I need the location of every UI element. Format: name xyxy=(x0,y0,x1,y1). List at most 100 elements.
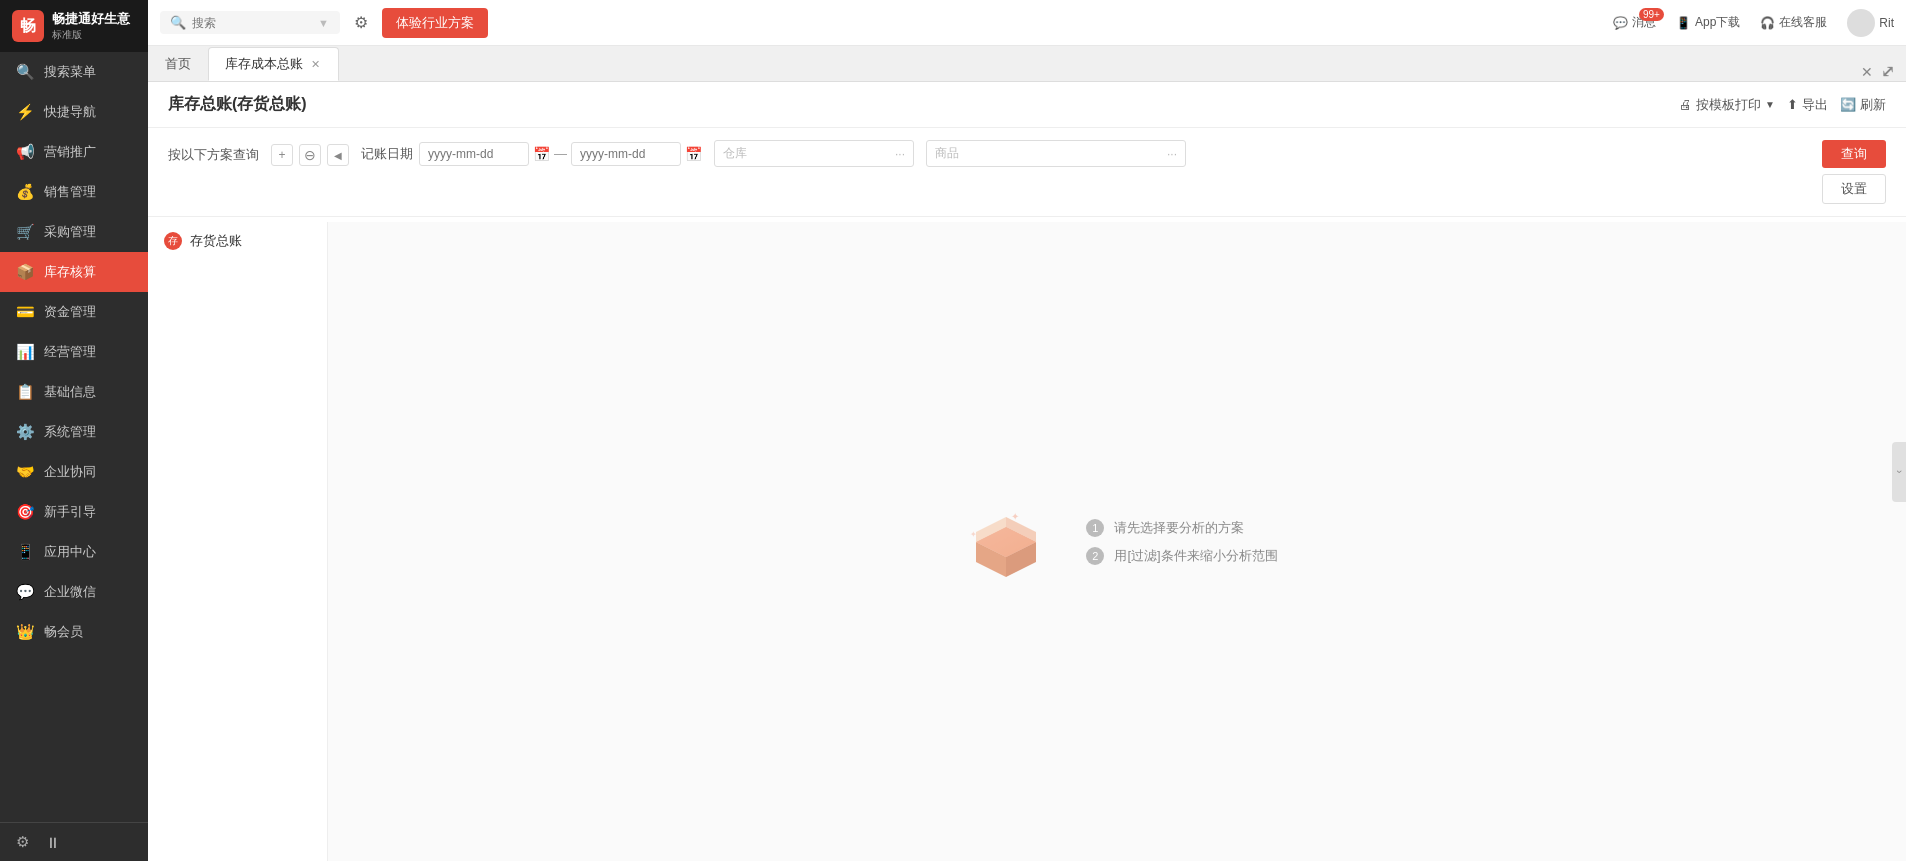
user-profile[interactable]: Rit xyxy=(1847,9,1894,37)
tabbar: 首页 库存成本总账 ✕ ✕ ⤢ xyxy=(148,46,1906,82)
query-button[interactable]: 查询 xyxy=(1822,140,1886,168)
online-service-label: 在线客服 xyxy=(1779,14,1827,31)
purchase-icon: 🛒 xyxy=(16,223,34,241)
product-select[interactable]: 商品 ··· xyxy=(926,140,1186,167)
empty-tip-2: 2 用[过滤]条件来缩小分析范围 xyxy=(1086,547,1277,565)
search-icon: 🔍 xyxy=(16,63,34,81)
filter-row-1: 记账日期 📅 — 📅 仓库 ··· 商品 xyxy=(361,140,1810,167)
page-actions: 🖨 按模板打印 ▼ ⬆ 导出 🔄 刷新 xyxy=(1679,96,1886,114)
topbar-search[interactable]: 🔍 ▼ xyxy=(160,11,340,34)
warehouse-select[interactable]: 仓库 ··· xyxy=(714,140,914,167)
settings-icon[interactable]: ⚙ xyxy=(16,833,29,851)
sidebar-item-system[interactable]: ⚙️ 系统管理 xyxy=(0,412,148,452)
sidebar-item-wechat[interactable]: 💬 企业微信 xyxy=(0,572,148,612)
tip-num-1: 1 xyxy=(1086,519,1104,537)
export-label: 导出 xyxy=(1802,96,1828,114)
sidebar-item-label: 销售管理 xyxy=(44,183,96,201)
audio-icon[interactable]: ⏸ xyxy=(45,834,60,851)
sidebar-item-enterprise[interactable]: 🤝 企业协同 xyxy=(0,452,148,492)
filter-collapse-button[interactable]: ◀ xyxy=(327,144,349,166)
print-label: 按模板打印 xyxy=(1696,96,1761,114)
page-header: 库存总账(存货总账) 🖨 按模板打印 ▼ ⬆ 导出 🔄 刷新 xyxy=(148,82,1906,128)
message-icon: 💬 xyxy=(1613,16,1628,30)
scheme-item-icon: 存 xyxy=(164,232,182,250)
svg-text:✦: ✦ xyxy=(970,530,977,539)
scheme-item-inventory-ledger[interactable]: 存 存货总账 xyxy=(148,222,327,260)
message-button[interactable]: 💬 消息 99+ xyxy=(1613,14,1656,31)
app-download-button[interactable]: 📱 App下载 xyxy=(1676,14,1740,31)
headset-icon: 🎧 xyxy=(1760,16,1775,30)
dropdown-arrow-icon: ▼ xyxy=(318,17,329,29)
sidebar-item-label: 新手引导 xyxy=(44,503,96,521)
refresh-icon: 🔄 xyxy=(1840,97,1856,112)
sales-icon: 💰 xyxy=(16,183,34,201)
date-to-input[interactable] xyxy=(571,142,681,166)
wechat-icon: 💬 xyxy=(16,583,34,601)
sidebar-item-label: 应用中心 xyxy=(44,543,96,561)
logo-sub: 标准版 xyxy=(52,28,130,41)
tab-home[interactable]: 首页 xyxy=(148,47,208,81)
newcomer-icon: 🎯 xyxy=(16,503,34,521)
online-service-button[interactable]: 🎧 在线客服 xyxy=(1760,14,1827,31)
tab-inventory-cost[interactable]: 库存成本总账 ✕ xyxy=(208,47,339,81)
sidebar-item-newcomer[interactable]: 🎯 新手引导 xyxy=(0,492,148,532)
sidebar-bottom: ⚙ ⏸ xyxy=(0,822,148,861)
empty-state: ✦ ✦ 1 请先选择要分析的方案 2 用[过滤]条件来缩小分析范围 xyxy=(328,222,1906,861)
sidebar-item-purchase[interactable]: 🛒 采购管理 xyxy=(0,212,148,252)
sidebar-item-label: 基础信息 xyxy=(44,383,96,401)
system-icon: ⚙️ xyxy=(16,423,34,441)
sidebar-item-inventory[interactable]: 📦 库存核算 xyxy=(0,252,148,292)
print-icon: 🖨 xyxy=(1679,97,1692,112)
filter-label: 按以下方案查询 xyxy=(168,140,259,164)
filter-scheme: 记账日期 📅 — 📅 仓库 ··· 商品 xyxy=(361,140,1810,167)
sidebar: 畅 畅捷通好生意 标准版 🔍 搜索菜单 ⚡ 快捷导航 📢 营销推广 💰 销售管理… xyxy=(0,0,148,861)
refresh-button[interactable]: 🔄 刷新 xyxy=(1840,96,1886,114)
sidebar-item-finance[interactable]: 💳 资金管理 xyxy=(0,292,148,332)
sidebar-item-vip[interactable]: 👑 畅会员 xyxy=(0,612,148,652)
tab-area-expand-icon[interactable]: ⤢ xyxy=(1881,62,1894,81)
calendar-to-icon[interactable]: 📅 xyxy=(685,146,702,162)
topbar-right: 💬 消息 99+ 📱 App下载 🎧 在线客服 Rit xyxy=(1613,9,1894,37)
gear-button[interactable]: ⚙ xyxy=(350,9,372,36)
empty-tips: 1 请先选择要分析的方案 2 用[过滤]条件来缩小分析范围 xyxy=(1086,519,1277,565)
sidebar-item-basic-info[interactable]: 📋 基础信息 xyxy=(0,372,148,412)
logo-text: 畅捷通好生意 标准版 xyxy=(52,11,130,41)
main-area: 🔍 ▼ ⚙ 体验行业方案 💬 消息 99+ 📱 App下载 🎧 在线客服 Rit xyxy=(148,0,1906,861)
app-center-icon: 📱 xyxy=(16,543,34,561)
sidebar-item-sales[interactable]: 💰 销售管理 xyxy=(0,172,148,212)
export-icon: ⬆ xyxy=(1787,97,1798,112)
sidebar-item-quick-nav[interactable]: ⚡ 快捷导航 xyxy=(0,92,148,132)
sidebar-item-label: 畅会员 xyxy=(44,623,83,641)
filter-remove-button[interactable]: ⊖ xyxy=(299,144,321,166)
operations-icon: 📊 xyxy=(16,343,34,361)
filter-add-button[interactable]: + xyxy=(271,144,293,166)
print-button[interactable]: 🖨 按模板打印 ▼ xyxy=(1679,96,1775,114)
tab-area-close: ✕ ⤢ xyxy=(1849,62,1906,81)
calendar-from-icon[interactable]: 📅 xyxy=(533,146,550,162)
logo-main: 畅捷通好生意 xyxy=(52,11,130,28)
inventory-icon: 📦 xyxy=(16,263,34,281)
logo-icon: 畅 xyxy=(12,10,44,42)
page-title: 库存总账(存货总账) xyxy=(168,94,307,115)
sidebar-item-label: 企业微信 xyxy=(44,583,96,601)
search-input[interactable] xyxy=(192,16,312,30)
scheme-panel: 存 存货总账 xyxy=(148,222,328,861)
lightning-icon: ⚡ xyxy=(16,103,34,121)
industry-btn[interactable]: 体验行业方案 xyxy=(382,8,488,38)
filter-settings-button[interactable]: 设置 xyxy=(1822,174,1886,204)
sidebar-item-app-center[interactable]: 📱 应用中心 xyxy=(0,532,148,572)
sidebar-item-operations[interactable]: 📊 经营管理 xyxy=(0,332,148,372)
sidebar-item-label: 资金管理 xyxy=(44,303,96,321)
sidebar-scroll: 🔍 搜索菜单 ⚡ 快捷导航 📢 营销推广 💰 销售管理 🛒 采购管理 📦 库存核… xyxy=(0,52,148,822)
right-panel-toggle[interactable]: › xyxy=(1892,442,1906,502)
tab-close-button[interactable]: ✕ xyxy=(309,58,322,71)
avatar xyxy=(1847,9,1875,37)
sidebar-item-search[interactable]: 🔍 搜索菜单 xyxy=(0,52,148,92)
tab-area-close-icon[interactable]: ✕ xyxy=(1861,64,1873,80)
date-from-input[interactable] xyxy=(419,142,529,166)
sidebar-item-marketing[interactable]: 📢 营销推广 xyxy=(0,132,148,172)
date-separator: — xyxy=(554,146,567,161)
enterprise-icon: 🤝 xyxy=(16,463,34,481)
search-input-icon: 🔍 xyxy=(170,15,186,30)
export-button[interactable]: ⬆ 导出 xyxy=(1787,96,1828,114)
